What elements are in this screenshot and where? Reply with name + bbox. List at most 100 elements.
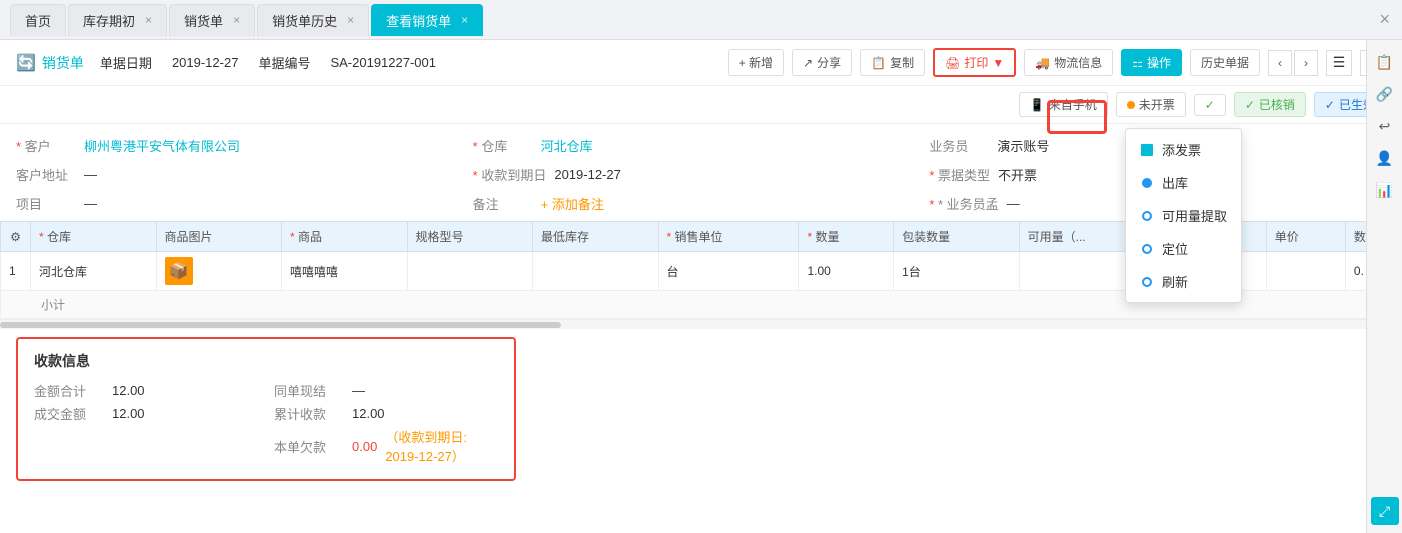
- truck-icon: 🚚: [1035, 56, 1050, 70]
- col-product: 商品: [282, 222, 408, 252]
- payment-info-box: 收款信息 金额合计 12.00 成交金额 12.00 同单现结 —: [16, 337, 516, 481]
- accumulated-value: 12.00: [352, 406, 385, 421]
- tab-home-label: 首页: [25, 11, 51, 30]
- customer-label: 客户: [16, 136, 76, 155]
- col-package: 包装数量: [894, 222, 1020, 252]
- logistics-button[interactable]: 🚚 物流信息: [1024, 49, 1113, 76]
- available-pickup-label: 可用量提取: [1162, 206, 1227, 225]
- locate-item[interactable]: 定位: [1126, 232, 1241, 265]
- doc-header: 🔄 销货单 单据日期 2019-12-27 单据编号 SA-20191227-0…: [0, 40, 1402, 86]
- copy-button[interactable]: 📋 复制: [860, 49, 925, 76]
- cell-quantity: 1.00: [799, 252, 894, 291]
- transaction-value: 12.00: [112, 406, 145, 421]
- grid-icon: ⚏: [1132, 56, 1143, 70]
- amount-total-value: 12.00: [112, 383, 145, 398]
- due-date-field: 收款到期日 2019-12-27: [473, 163, 930, 186]
- warehouse-value[interactable]: 河北仓库: [541, 136, 593, 155]
- note-field: 备注 + 添加备注: [473, 192, 930, 215]
- locate-icon: [1140, 242, 1154, 256]
- refresh-icon: [1140, 275, 1154, 289]
- customer-value[interactable]: 柳州粤港平安气体有限公司: [84, 136, 240, 155]
- prev-button[interactable]: ‹: [1268, 50, 1292, 76]
- tab-sales-history-close[interactable]: ×: [347, 13, 354, 27]
- payment-grid: 金额合计 12.00 成交金额 12.00 同单现结 — 累计收款: [34, 379, 498, 467]
- product-image: 📦: [165, 257, 193, 285]
- refresh-item[interactable]: 刷新: [1126, 265, 1241, 298]
- share-button[interactable]: ↗ 分享: [792, 49, 852, 76]
- cell-package: 1台: [894, 252, 1020, 291]
- window-close-button[interactable]: ×: [1379, 9, 1390, 30]
- tab-sales-close[interactable]: ×: [233, 13, 240, 27]
- cell-unit: 台: [658, 252, 799, 291]
- doc-meta: 单据日期 2019-12-27 单据编号 SA-20191227-001: [100, 53, 436, 72]
- tab-check-sales[interactable]: 查看销货单 ×: [371, 4, 483, 36]
- accumulated-row: 累计收款 12.00: [274, 402, 498, 425]
- phone-icon: 📱: [1030, 98, 1045, 112]
- from-phone-button[interactable]: 📱 来自手机: [1019, 92, 1108, 117]
- copy-icon: 📋: [871, 56, 886, 70]
- nav-arrows: ‹ ›: [1268, 50, 1318, 76]
- col-settings[interactable]: ⚙: [1, 222, 31, 252]
- print-button[interactable]: 🖨 打印 ▼: [933, 48, 1016, 77]
- list-view-button[interactable]: ☰: [1326, 50, 1352, 76]
- available-pickup-item[interactable]: 可用量提取: [1126, 199, 1241, 232]
- accumulated-label: 累计收款: [274, 404, 344, 423]
- sidebar-icon-1[interactable]: 📋: [1371, 48, 1399, 76]
- sidebar-icon-2[interactable]: 🔗: [1371, 80, 1399, 108]
- cell-spec: [407, 252, 533, 291]
- col-quantity: 数量: [799, 222, 894, 252]
- address-value: —: [84, 167, 97, 182]
- cell-warehouse: 河北仓库: [31, 252, 157, 291]
- col-min-stock: 最低库存: [533, 222, 659, 252]
- sidebar-icon-4[interactable]: 👤: [1371, 144, 1399, 172]
- number-label: 单据编号: [258, 53, 310, 72]
- address-field: 客户地址 —: [16, 163, 473, 186]
- tab-sales-history[interactable]: 销货单历史 ×: [257, 4, 369, 36]
- refresh-label: 刷新: [1162, 272, 1188, 291]
- salesperson2-value: —: [1007, 196, 1020, 211]
- scrollbar-thumb[interactable]: [0, 322, 561, 328]
- outbound-label: 出库: [1162, 173, 1188, 192]
- due-date-note: （收款到期日: 2019-12-27）: [385, 427, 498, 465]
- warehouse-label: 仓库: [473, 136, 533, 155]
- expand-icon[interactable]: ⤢: [1371, 497, 1399, 525]
- payment-col-right: 同单现结 — 累计收款 12.00 本单欠款 0.00 （收款到期日: 2019…: [274, 379, 498, 467]
- sold-out-button[interactable]: ✓ 已核销: [1234, 92, 1306, 117]
- doc-actions: + 新增 ↗ 分享 📋 复制 🖨 打印 ▼ 🚚 物流信息: [728, 48, 1386, 77]
- orange-dot: [1127, 101, 1135, 109]
- add-invoice-label: 添发票: [1162, 140, 1201, 159]
- outbound-icon: [1140, 176, 1154, 190]
- print-icon: 🖨: [945, 56, 960, 70]
- same-order-label: 同单现结: [274, 381, 344, 400]
- outbound-item[interactable]: 出库: [1126, 166, 1241, 199]
- not-open-button[interactable]: 未开票: [1116, 92, 1186, 117]
- scrollbar-area: [0, 319, 1402, 329]
- tab-inventory-close[interactable]: ×: [145, 13, 152, 27]
- check-button[interactable]: ✓: [1194, 94, 1226, 116]
- cell-product: 嘻嘻嘻嘻: [282, 252, 408, 291]
- next-button[interactable]: ›: [1294, 50, 1318, 76]
- tab-home[interactable]: 首页: [10, 4, 66, 36]
- tab-sales[interactable]: 销货单 ×: [169, 4, 255, 36]
- outstanding-label: 本单欠款: [274, 437, 344, 456]
- available-pickup-icon: [1140, 209, 1154, 223]
- number-value: SA-20191227-001: [330, 55, 436, 70]
- effective-check-icon: ✓: [1325, 98, 1335, 112]
- project-field: 项目 —: [16, 192, 473, 215]
- operations-button[interactable]: ⚏ 操作: [1121, 49, 1182, 76]
- sidebar-icon-5[interactable]: 📊: [1371, 176, 1399, 204]
- cell-min-stock: [533, 252, 659, 291]
- warehouse-field: 仓库 河北仓库: [473, 134, 930, 157]
- amount-total-row: 金额合计 12.00: [34, 379, 258, 402]
- transaction-label: 成交金额: [34, 404, 104, 423]
- sidebar-icon-3[interactable]: ↩: [1371, 112, 1399, 140]
- tab-check-sales-close[interactable]: ×: [461, 13, 468, 27]
- history-button[interactable]: 历史单据: [1190, 49, 1260, 76]
- add-note-button[interactable]: + 添加备注: [541, 194, 604, 213]
- due-date-value: 2019-12-27: [554, 167, 621, 182]
- locate-label: 定位: [1162, 239, 1188, 258]
- share-icon: ↗: [803, 56, 813, 70]
- tab-inventory[interactable]: 库存期初 ×: [68, 4, 167, 36]
- add-invoice-item[interactable]: 添发票: [1126, 133, 1241, 166]
- new-button[interactable]: + 新增: [728, 49, 784, 76]
